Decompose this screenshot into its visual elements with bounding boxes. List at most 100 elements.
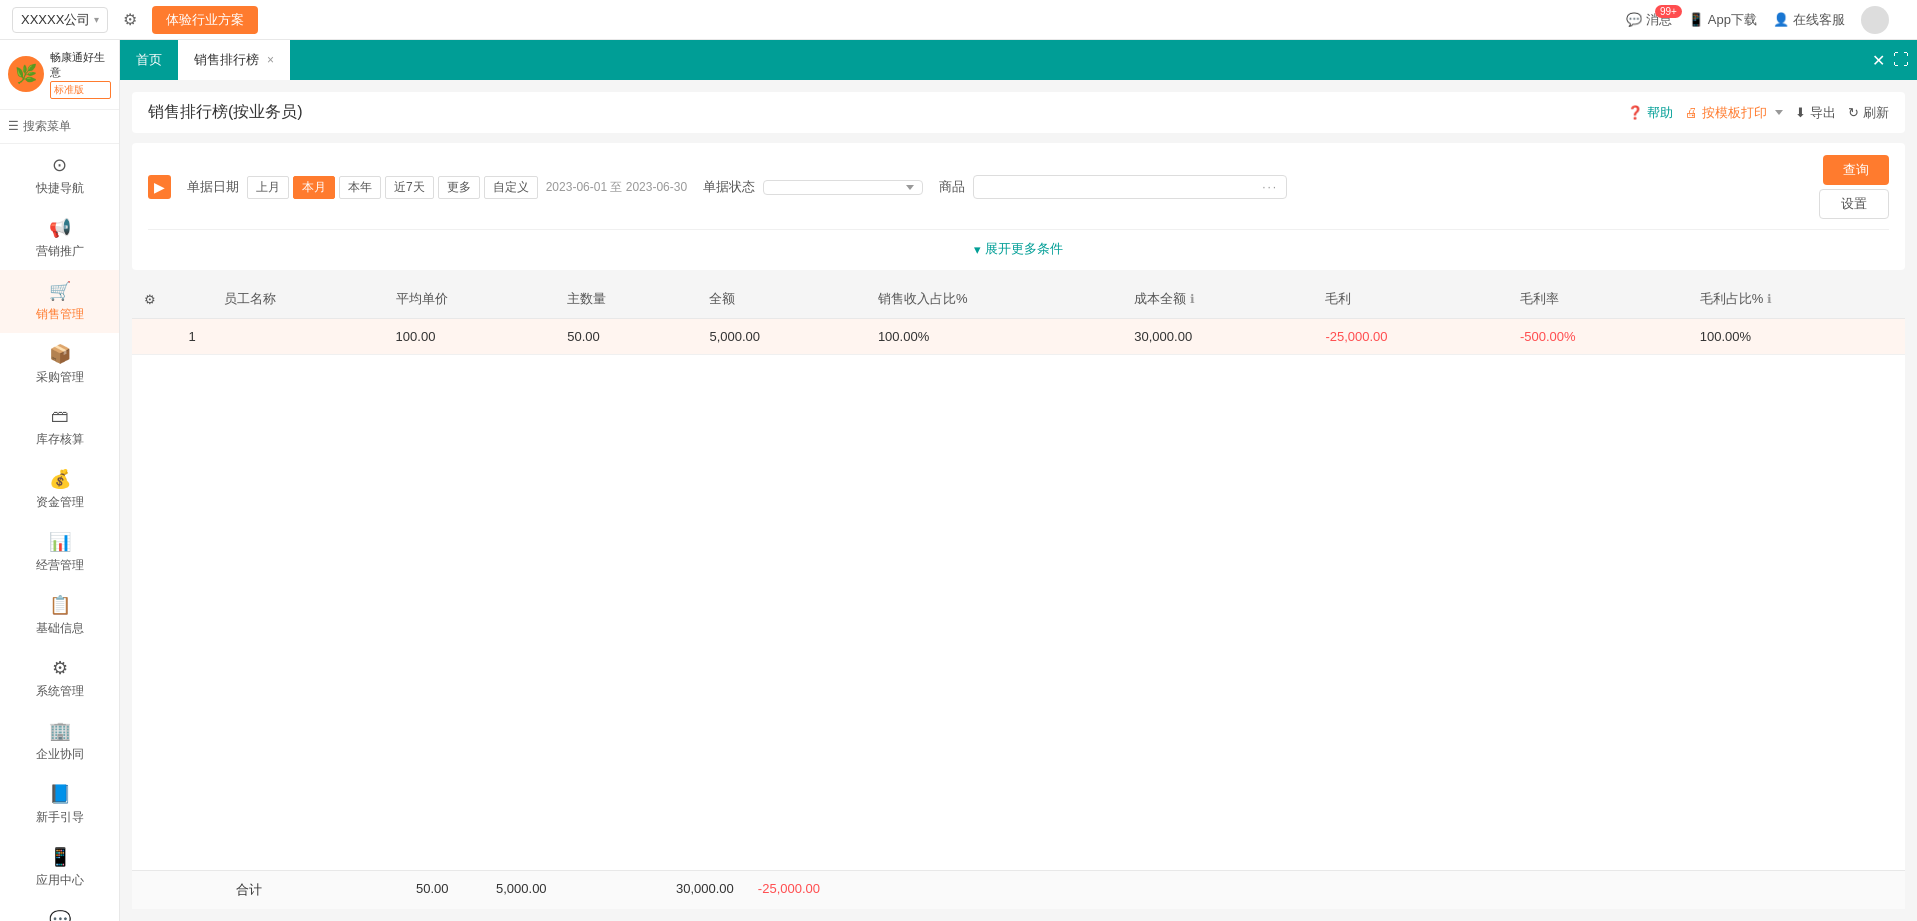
col-amount: 全额 [697,280,865,319]
table-empty-space [132,355,1905,870]
trial-button[interactable]: 体验行业方案 [152,6,258,34]
date-btn-this-month[interactable]: 本月 [293,176,335,199]
filter-bar: ▶ 单据日期 上月 本月 本年 近7天 更多 自定义 2023-06-01 至 … [132,143,1905,270]
row-gross-pct: 100.00% [1688,319,1905,355]
page-content: 销售排行榜(按业务员) ❓ 帮助 🖨 按模板打印 ⬇ 导出 [120,80,1917,921]
app-download-button[interactable]: 📱 App下载 [1688,11,1757,29]
service-icon: 👤 [1773,12,1789,27]
date-btn-7days[interactable]: 近7天 [385,176,434,199]
search-icon: ☰ [8,119,19,133]
expand-toggle[interactable]: ▶ [148,175,171,199]
status-select[interactable] [763,180,923,195]
sidebar-logo: 🌿 畅康通好生意 标准版 [0,40,119,110]
guide-icon: 📘 [49,783,71,805]
tab-home[interactable]: 首页 [120,40,178,80]
tab-close-window-icon[interactable]: ✕ [1872,51,1885,70]
sidebar-item-label: 应用中心 [36,872,84,889]
sidebar-item-finance[interactable]: 💰 资金管理 [0,458,119,521]
goods-dots-icon: ··· [1262,180,1278,194]
logo-text: 畅康通好生意 [50,50,111,81]
page-title: 销售排行榜(按业务员) [148,102,303,123]
apps-icon: 📱 [49,846,71,868]
filter-divider [148,229,1889,230]
goods-select[interactable]: ··· [973,175,1287,199]
col-gross-rate: 毛利率 [1508,280,1688,319]
col-sales-pct: 销售收入占比% [866,280,1122,319]
row-avg-price: 100.00 [384,319,556,355]
company-selector[interactable]: XXXXX公司 ▾ [12,7,108,33]
sidebar-item-operations[interactable]: 📊 经营管理 [0,521,119,584]
table-body: 1 100.00 50.00 5,000.00 100.00% 30,000.0… [132,319,1905,355]
expand-conditions-button[interactable]: ▾ 展开更多条件 [974,240,1063,258]
table-header-row: ⚙ 员工名称 平均单价 主数量 全额 销售收入占比% 成本全额 ℹ 毛利 毛利率… [132,280,1905,319]
row-cost: 30,000.00 [1122,319,1313,355]
sidebar-item-nav[interactable]: ⊙ 快捷导航 [0,144,119,207]
avatar[interactable] [1861,6,1889,34]
status-filter: 单据状态 [703,178,923,196]
page-header: 销售排行榜(按业务员) ❓ 帮助 🖨 按模板打印 ⬇ 导出 [132,92,1905,133]
table-section: ⚙ 员工名称 平均单价 主数量 全额 销售收入占比% 成本全额 ℹ 毛利 毛利率… [132,280,1905,909]
sidebar-item-purchase[interactable]: 📦 采购管理 [0,333,119,396]
nav-icon: ⊙ [52,154,67,176]
query-button[interactable]: 查询 [1823,155,1889,185]
settings-icon[interactable]: ⚙ [116,6,144,34]
message-button[interactable]: 💬 消息 99+ [1626,11,1672,29]
col-settings: ⚙ [132,280,172,319]
app-icon: 📱 [1688,12,1704,27]
refresh-button[interactable]: ↻ 刷新 [1848,104,1889,122]
sidebar-item-system[interactable]: ⚙ 系统管理 [0,647,119,710]
sidebar-item-inventory[interactable]: 🗃 库存核算 [0,396,119,458]
help-icon: ❓ [1627,105,1643,120]
sidebar-item-label: 企业协同 [36,746,84,763]
sidebar-item-guide[interactable]: 📘 新手引导 [0,773,119,836]
tab-sales-ranking[interactable]: 销售排行榜 × [178,40,290,80]
refresh-icon: ↻ [1848,105,1859,120]
operations-icon: 📊 [49,531,71,553]
tab-fullscreen-icon[interactable]: ⛶ [1893,51,1909,69]
date-btn-this-year[interactable]: 本年 [339,176,381,199]
date-btn-custom[interactable]: 自定义 [484,176,538,199]
data-table: ⚙ 员工名称 平均单价 主数量 全额 销售收入占比% 成本全额 ℹ 毛利 毛利率… [132,280,1905,355]
goods-filter: 商品 ··· [939,175,1287,199]
print-button[interactable]: 🖨 按模板打印 [1685,104,1783,122]
expand-arrow-icon[interactable]: ▶ [148,175,171,199]
chevron-down-icon: ▾ [94,14,99,25]
grosspct-info-icon[interactable]: ℹ [1767,292,1772,306]
sidebar-item-label: 资金管理 [36,494,84,511]
footer-spacer-2 [184,881,224,899]
sidebar-item-marketing[interactable]: 📢 营销推广 [0,207,119,270]
date-btn-last-month[interactable]: 上月 [247,176,289,199]
footer-sales-pct [564,881,664,899]
export-button[interactable]: ⬇ 导出 [1795,104,1836,122]
sidebar-item-sales[interactable]: 🛒 销售管理 [0,270,119,333]
goods-label: 商品 [939,178,965,196]
online-service-button[interactable]: 👤 在线客服 [1773,11,1845,29]
logo-icon: 🌿 [8,56,44,92]
tab-bar: 首页 销售排行榜 × ✕ ⛶ [120,40,1917,80]
sidebar-item-enterprise[interactable]: 🏢 企业协同 [0,710,119,773]
expand-icon: ▾ [974,242,981,257]
message-badge: 99+ [1655,5,1682,18]
row-settings [132,319,172,355]
finance-icon: 💰 [49,468,71,490]
sidebar-item-basic[interactable]: 📋 基础信息 [0,584,119,647]
sidebar-item-label: 系统管理 [36,683,84,700]
tab-close-icon[interactable]: × [267,53,274,67]
cost-info-icon[interactable]: ℹ [1190,292,1195,306]
sales-icon: 🛒 [49,280,71,302]
settings-button[interactable]: 设置 [1819,189,1889,219]
date-buttons: 上月 本月 本年 近7天 更多 自定义 [247,176,538,199]
date-btn-more[interactable]: 更多 [438,176,480,199]
footer-label: 合计 [224,881,324,899]
footer-cost: 30,000.00 [664,881,746,899]
sidebar-item-search[interactable]: ☰ 搜索菜单 [0,110,119,144]
sidebar-item-apps[interactable]: 📱 应用中心 [0,836,119,899]
col-cost: 成本全额 ℹ [1122,280,1313,319]
row-name [212,319,384,355]
help-button[interactable]: ❓ 帮助 [1627,104,1673,122]
filter-expand-row: ▾ 展开更多条件 [148,240,1889,258]
col-gross-pct: 毛利占比% ℹ [1688,280,1905,319]
sidebar-item-label: 快捷导航 [36,180,84,197]
table-footer: 合计 50.00 5,000.00 30,000.00 -25,000.00 [132,870,1905,909]
sidebar-item-wechat[interactable]: 💬 企业微信 [0,899,119,921]
